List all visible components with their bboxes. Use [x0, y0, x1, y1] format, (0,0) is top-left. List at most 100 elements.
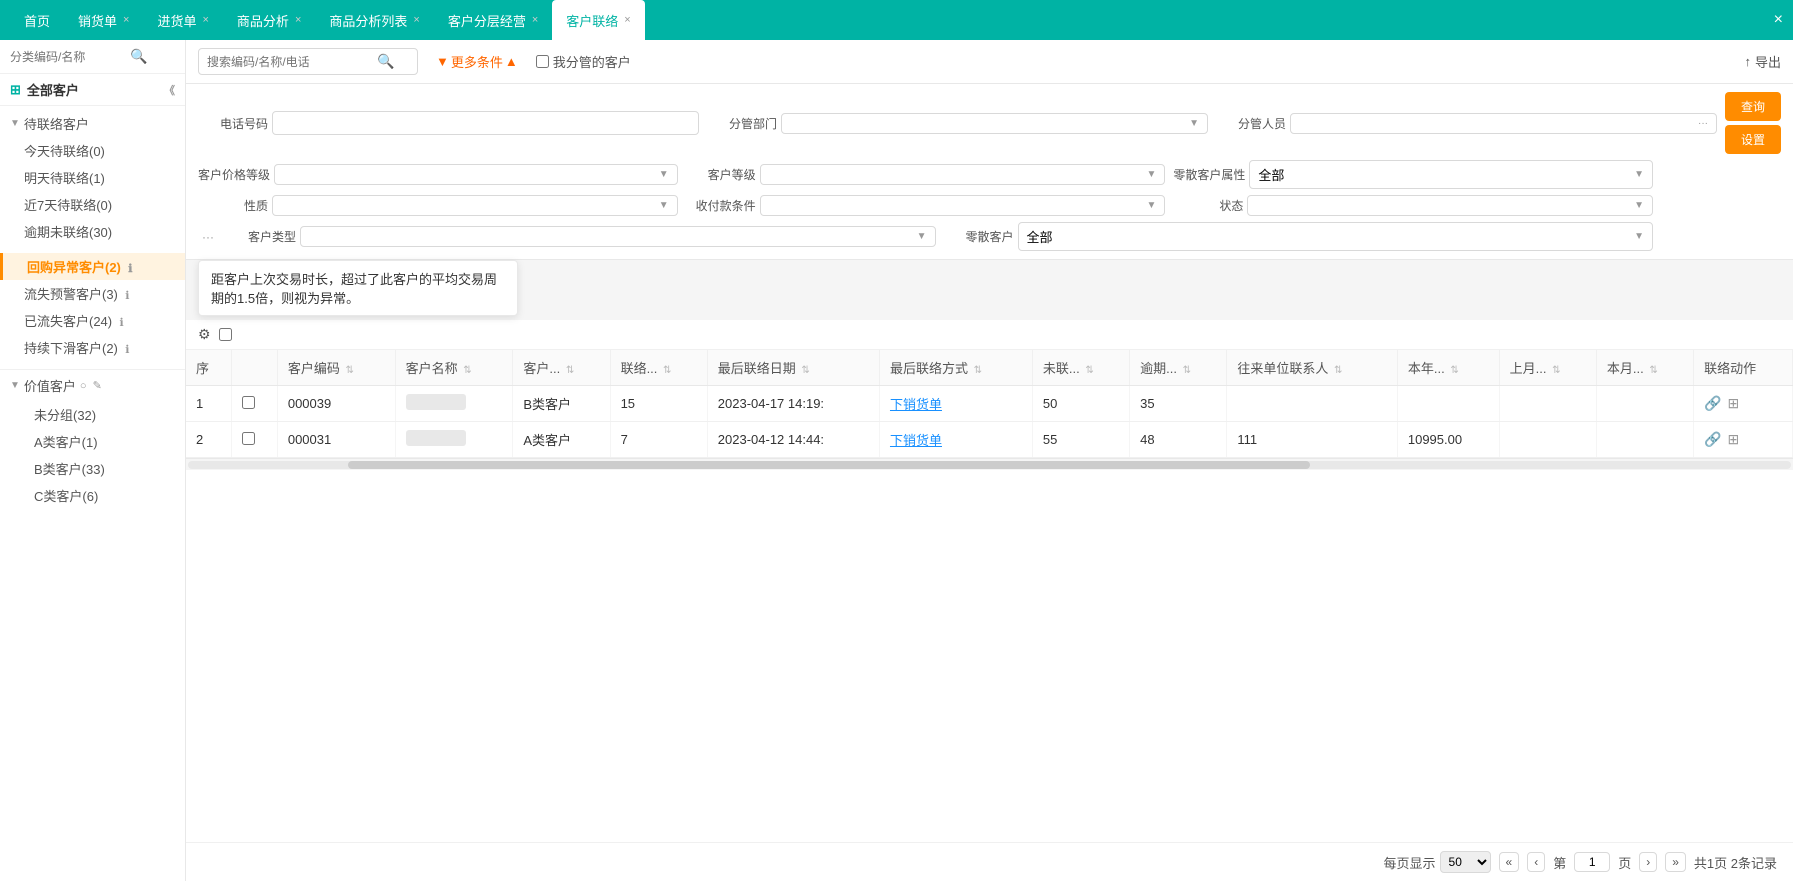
nav-tab-analysis[interactable]: 商品分析 ×: [223, 0, 315, 40]
sidebar-item-overdue[interactable]: 逾期未联络(30): [0, 218, 185, 245]
sidebar-item-ungrouped[interactable]: 未分组(32): [10, 401, 175, 428]
link-icon-1[interactable]: 🔗: [1704, 395, 1721, 412]
scroll-thumb[interactable]: [348, 461, 1310, 469]
nav-tab-customer-tier[interactable]: 客户分层经营 ×: [434, 0, 552, 40]
person-label: 分管人员: [1216, 115, 1286, 132]
query-button[interactable]: 查询: [1725, 92, 1781, 121]
nav-tab-customer-contact-close[interactable]: ×: [624, 14, 630, 26]
search-input[interactable]: [207, 55, 377, 69]
nav-tab-analysis-list-close[interactable]: ×: [413, 14, 419, 26]
grid-action-icon-1[interactable]: ⊞: [1728, 395, 1740, 412]
col-contact-person: 往来单位联系人 ⇅: [1227, 350, 1398, 386]
col-uncontacted: 未联... ⇅: [1032, 350, 1129, 386]
payment-label: 收付款条件: [686, 197, 756, 214]
per-page-select[interactable]: 50 100: [1440, 851, 1491, 873]
nav-tab-home[interactable]: 首页: [10, 0, 64, 40]
edit-icon[interactable]: ✎: [93, 379, 102, 392]
price-level-select[interactable]: ▼: [274, 164, 678, 185]
info-icon-repurchase: ℹ: [128, 263, 132, 275]
table-settings-icon[interactable]: ⚙: [198, 326, 211, 343]
nature-select[interactable]: ▼: [272, 195, 678, 216]
payment-select[interactable]: ▼: [760, 195, 1166, 216]
filter-retail-customer: 零散客户 全部 ▼: [944, 222, 1654, 251]
customer-type-select[interactable]: ▼: [300, 226, 936, 247]
retail-attr-select[interactable]: 全部 ▼: [1249, 160, 1653, 189]
method-link-2[interactable]: 下销货单: [890, 433, 942, 448]
cell-uncontacted-1: 50: [1032, 386, 1129, 422]
export-button[interactable]: ↑ 导出: [1744, 52, 1781, 71]
page-prefix: 第: [1553, 853, 1566, 872]
export-icon: ↑: [1744, 54, 1751, 69]
nav-tab-analysis-list[interactable]: 商品分析列表 ×: [315, 0, 433, 40]
filter-nature: 性质 ▼: [198, 195, 678, 216]
nav-tab-home-label: 首页: [24, 11, 50, 30]
my-customers-checkbox[interactable]: [536, 55, 549, 68]
retail-customer-select[interactable]: 全部 ▼: [1018, 222, 1654, 251]
chevron-down-icon-8: ▼: [1634, 200, 1644, 211]
col-this-month: 本月... ⇅: [1596, 350, 1693, 386]
dept-select[interactable]: ▼: [781, 113, 1208, 134]
filter-more-icon[interactable]: ···: [198, 230, 218, 244]
sidebar-item-class-a[interactable]: A类客户(1): [10, 428, 175, 455]
page-input[interactable]: [1574, 852, 1610, 872]
sidebar-item-tomorrow[interactable]: 明天待联络(1): [0, 164, 185, 191]
sidebar-item-class-b[interactable]: B类客户(33): [10, 455, 175, 482]
link-icon-2[interactable]: 🔗: [1704, 431, 1721, 448]
sidebar-value-title[interactable]: ▼ 价值客户 ○ ✎: [10, 370, 175, 401]
settings-button[interactable]: 设置: [1725, 125, 1781, 154]
nav-first-btn[interactable]: «: [1499, 852, 1520, 872]
sidebar-pending-title[interactable]: ▼ 待联络客户: [0, 110, 185, 137]
export-label: 导出: [1755, 52, 1781, 71]
sort-icon-lastmonth: ⇅: [1552, 365, 1560, 376]
chevron-down-icon-5: ▼: [1634, 169, 1644, 180]
nav-tab-sales-close[interactable]: ×: [123, 14, 129, 26]
nav-tab-customer-tier-close[interactable]: ×: [532, 14, 538, 26]
chevron-down-icon-10: ▼: [1634, 231, 1644, 242]
nav-next-btn[interactable]: ›: [1639, 852, 1657, 872]
phone-input[interactable]: [272, 111, 699, 135]
cell-check-2: [231, 422, 277, 458]
sidebar-item-repurchase-abnormal[interactable]: 回购异常客户(2) ℹ: [0, 253, 185, 280]
sidebar-all-customers[interactable]: ⊞ 全部客户 《: [0, 74, 185, 106]
nav-last-btn[interactable]: »: [1665, 852, 1686, 872]
nav-tab-customer-contact[interactable]: 客户联络 ×: [552, 0, 644, 40]
row-checkbox-1[interactable]: [242, 396, 255, 409]
row-checkbox-2[interactable]: [242, 432, 255, 445]
person-select[interactable]: ···: [1290, 113, 1717, 134]
customer-level-select[interactable]: ▼: [760, 164, 1166, 185]
select-all-checkbox[interactable]: [219, 328, 232, 341]
nav-tab-purchase[interactable]: 进货单 ×: [143, 0, 222, 40]
nav-prev-btn[interactable]: ‹: [1527, 852, 1545, 872]
customer-level-label: 客户等级: [686, 166, 756, 183]
col-code: 客户编码 ⇅: [277, 350, 395, 386]
nav-tab-purchase-close[interactable]: ×: [202, 14, 208, 26]
sidebar-search-input[interactable]: [10, 50, 130, 64]
sidebar-item-class-c[interactable]: C类客户(6): [10, 482, 175, 509]
grid-action-icon-2[interactable]: ⊞: [1728, 431, 1740, 448]
more-conditions-btn[interactable]: ▼ 更多条件 ▲: [428, 48, 526, 75]
nav-tab-analysis-close[interactable]: ×: [295, 14, 301, 26]
my-customers-filter: 我分管的客户: [536, 52, 631, 71]
retail-attr-label: 零散客户属性: [1173, 166, 1245, 183]
col-last-date: 最后联络日期 ⇅: [707, 350, 879, 386]
method-link-1[interactable]: 下销货单: [890, 397, 942, 412]
nav-tab-sales[interactable]: 销货单 ×: [64, 0, 143, 40]
scroll-track: [188, 461, 1791, 469]
sidebar-item-7days[interactable]: 近7天待联络(0): [0, 191, 185, 218]
sidebar-item-today[interactable]: 今天待联络(0): [0, 137, 185, 164]
sidebar-item-churned[interactable]: 已流失客户(24) ℹ: [0, 307, 185, 334]
status-select[interactable]: ▼: [1247, 195, 1653, 216]
chevron-down-icon-9: ▼: [917, 231, 927, 242]
search-icon[interactable]: 🔍: [377, 53, 394, 70]
sidebar-search-icon[interactable]: 🔍: [130, 48, 147, 65]
nav-tab-customer-contact-label: 客户联络: [566, 11, 618, 30]
sort-icon-contactperson: ⇅: [1334, 365, 1342, 376]
sidebar-item-declining[interactable]: 持续下滑客户(2) ℹ: [0, 334, 185, 361]
info-icon-declining: ℹ: [125, 344, 129, 356]
cell-code-2: 000031: [277, 422, 395, 458]
sidebar-item-churn-warning[interactable]: 流失预警客户(3) ℹ: [0, 280, 185, 307]
window-close-button[interactable]: ×: [1774, 11, 1783, 29]
sort-icon-overdue: ⇅: [1183, 365, 1191, 376]
horizontal-scrollbar[interactable]: [186, 458, 1793, 470]
sidebar-value-group: ▼ 价值客户 ○ ✎ 未分组(32) A类客户(1) B类客户(33) C类客户…: [0, 369, 185, 509]
